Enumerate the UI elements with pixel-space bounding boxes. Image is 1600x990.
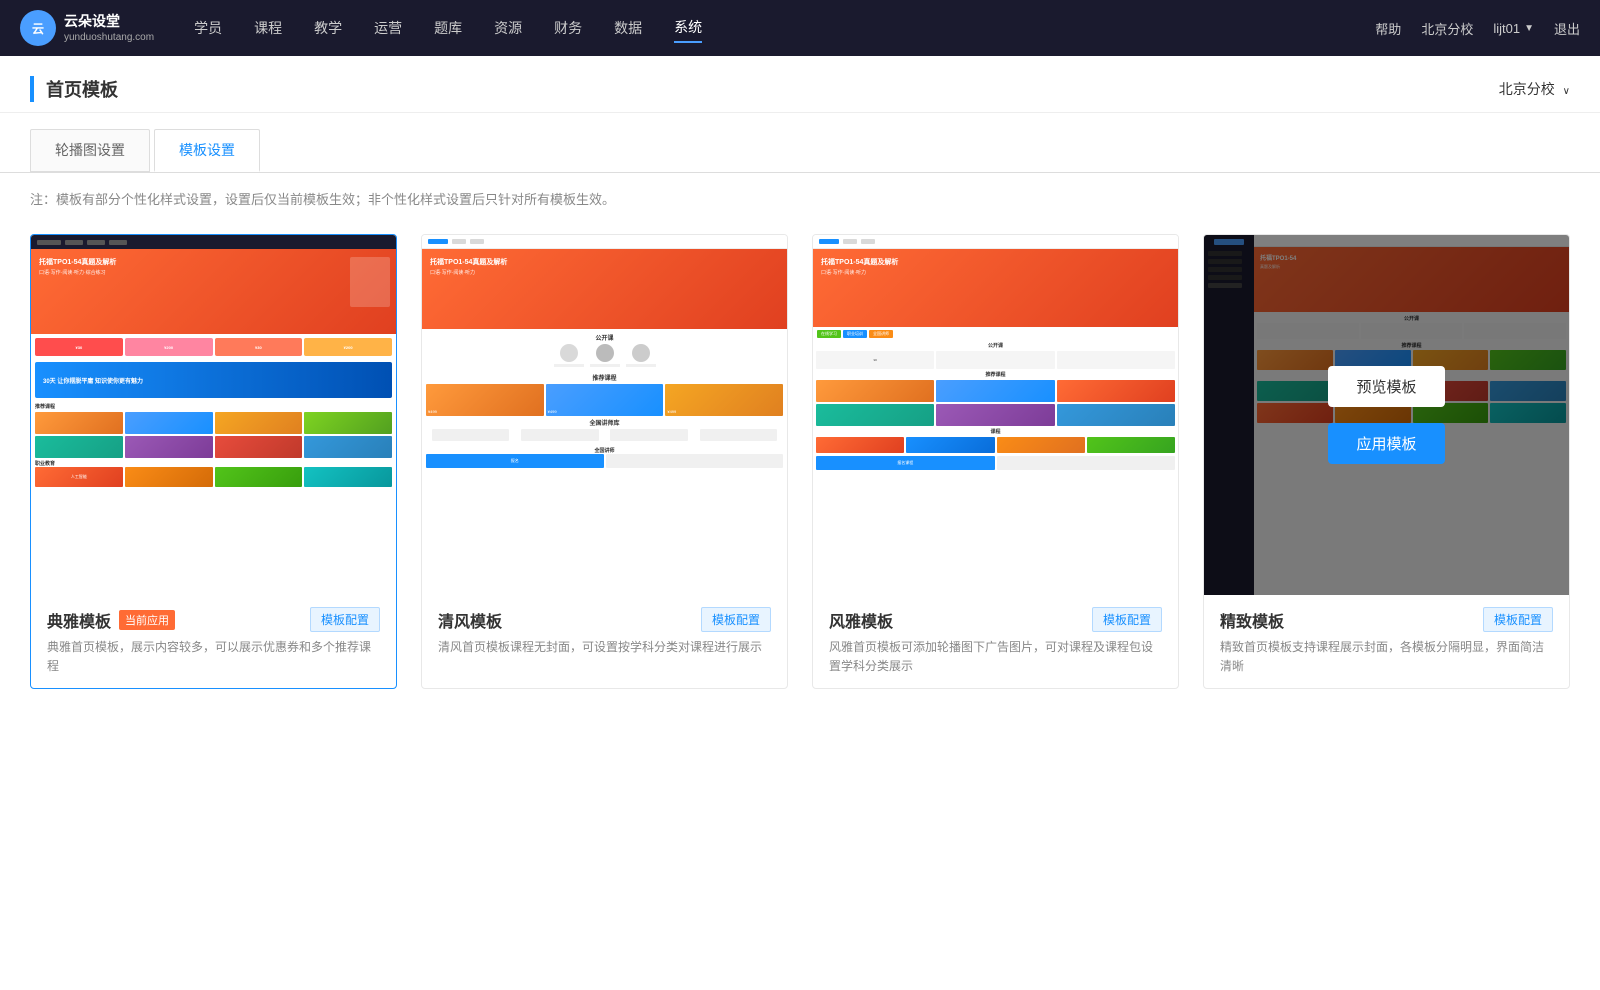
- template-name-clean: 清风模板: [438, 608, 502, 632]
- user-dropdown-icon: ▼: [1524, 23, 1534, 34]
- branch-chevron-icon: ∨: [1563, 86, 1570, 97]
- template-desc-clean: 清风首页模板课程无封面，可设置按学科分类对课程进行展示: [438, 638, 771, 657]
- template-name-fengya: 风雅模板: [829, 608, 893, 632]
- btn-config-clean[interactable]: 模板配置: [701, 607, 771, 632]
- template-preview-clean: 托福TPO1-54真题及解析 口语·写作·阅读·听力 公开课: [422, 235, 787, 595]
- nav-help[interactable]: 帮助: [1375, 19, 1401, 38]
- nav-item-question[interactable]: 题库: [434, 14, 462, 42]
- page-header: 首页模板 北京分校 ∨: [0, 56, 1600, 113]
- nav-logout[interactable]: 退出: [1554, 19, 1580, 38]
- template-name-refined: 精致模板: [1220, 608, 1284, 632]
- nav-item-teaching[interactable]: 教学: [314, 14, 342, 42]
- main-nav: 云 云朵设堂 yunduoshutang.com 学员 课程 教学 运营 题库 …: [0, 0, 1600, 56]
- tabs-container: 轮播图设置 模板设置: [0, 113, 1600, 173]
- nav-item-finance[interactable]: 财务: [554, 14, 582, 42]
- logo-text: 云朵设堂 yunduoshutang.com: [64, 12, 154, 43]
- template-card-elegant: 托福TPO1-54真题及解析 口语·写作·阅读·听力·综合练习 ¥30 ¥200…: [30, 234, 397, 689]
- logo[interactable]: 云 云朵设堂 yunduoshutang.com: [20, 10, 154, 46]
- templates-grid: 托福TPO1-54真题及解析 口语·写作·阅读·听力·综合练习 ¥30 ¥200…: [0, 224, 1600, 729]
- nav-item-resource[interactable]: 资源: [494, 14, 522, 42]
- template-desc-refined: 精致首页模板支持课程展示封面，各模板分隔明显，界面简洁清晰: [1220, 638, 1553, 676]
- note-text: 注：模板有部分个性化样式设置，设置后仅当前模板生效；非个性化样式设置后只针对所有…: [0, 173, 1600, 224]
- btn-apply-refined[interactable]: 应用模板: [1328, 423, 1444, 464]
- template-preview-elegant: 托福TPO1-54真题及解析 口语·写作·阅读·听力·综合练习 ¥30 ¥200…: [31, 235, 396, 595]
- btn-config-elegant[interactable]: 模板配置: [310, 607, 380, 632]
- template-footer-refined: 精致模板 模板配置 精致首页模板支持课程展示封面，各模板分隔明显，界面简洁清晰: [1204, 595, 1569, 688]
- tab-template[interactable]: 模板设置: [154, 129, 260, 172]
- btn-config-fengya[interactable]: 模板配置: [1092, 607, 1162, 632]
- template-preview-refined: 托福TPO1-54 真题及解析 公开课 推荐课程: [1204, 235, 1569, 595]
- btn-config-refined[interactable]: 模板配置: [1483, 607, 1553, 632]
- nav-item-system[interactable]: 系统: [674, 13, 702, 43]
- nav-user[interactable]: lijt01 ▼: [1493, 21, 1534, 36]
- template-desc-elegant: 典雅首页模板，展示内容较多，可以展示优惠券和多个推荐课程: [47, 638, 380, 676]
- btn-preview-refined[interactable]: 预览模板: [1328, 366, 1444, 407]
- nav-item-operation[interactable]: 运营: [374, 14, 402, 42]
- template-footer-clean: 清风模板 模板配置 清风首页模板课程无封面，可设置按学科分类对课程进行展示: [422, 595, 787, 669]
- template-card-refined: 托福TPO1-54 真题及解析 公开课 推荐课程: [1203, 234, 1570, 689]
- template-preview-fengya: 托福TPO1-54真题及解析 口语·写作·阅读·听力 在线学习 职业培训 全国讲…: [813, 235, 1178, 595]
- template-card-fengya: 托福TPO1-54真题及解析 口语·写作·阅读·听力 在线学习 职业培训 全国讲…: [812, 234, 1179, 689]
- nav-item-course[interactable]: 课程: [254, 14, 282, 42]
- template-desc-fengya: 风雅首页模板可添加轮播图下广告图片，可对课程及课程包设置学科分类展示: [829, 638, 1162, 676]
- template-card-clean: 托福TPO1-54真题及解析 口语·写作·阅读·听力 公开课: [421, 234, 788, 689]
- nav-item-student[interactable]: 学员: [194, 14, 222, 42]
- template-overlay-refined: 预览模板 应用模板: [1204, 235, 1569, 595]
- nav-right: 帮助 北京分校 lijt01 ▼ 退出: [1375, 19, 1580, 38]
- branch-selector[interactable]: 北京分校 ∨: [1499, 79, 1570, 99]
- nav-menu: 学员 课程 教学 运营 题库 资源 财务 数据 系统: [194, 13, 1375, 43]
- nav-branch[interactable]: 北京分校: [1421, 19, 1473, 38]
- main-content: 首页模板 北京分校 ∨ 轮播图设置 模板设置 注：模板有部分个性化样式设置，设置…: [0, 56, 1600, 990]
- nav-item-data[interactable]: 数据: [614, 14, 642, 42]
- badge-current-elegant: 当前应用: [119, 610, 175, 630]
- page-title: 首页模板: [30, 76, 118, 102]
- logo-icon: 云: [20, 10, 56, 46]
- template-name-elegant: 典雅模板: [47, 608, 111, 632]
- template-footer-elegant: 典雅模板 当前应用 模板配置 典雅首页模板，展示内容较多，可以展示优惠券和多个推…: [31, 595, 396, 688]
- tab-carousel[interactable]: 轮播图设置: [30, 129, 150, 172]
- template-footer-fengya: 风雅模板 模板配置 风雅首页模板可添加轮播图下广告图片，可对课程及课程包设置学科…: [813, 595, 1178, 688]
